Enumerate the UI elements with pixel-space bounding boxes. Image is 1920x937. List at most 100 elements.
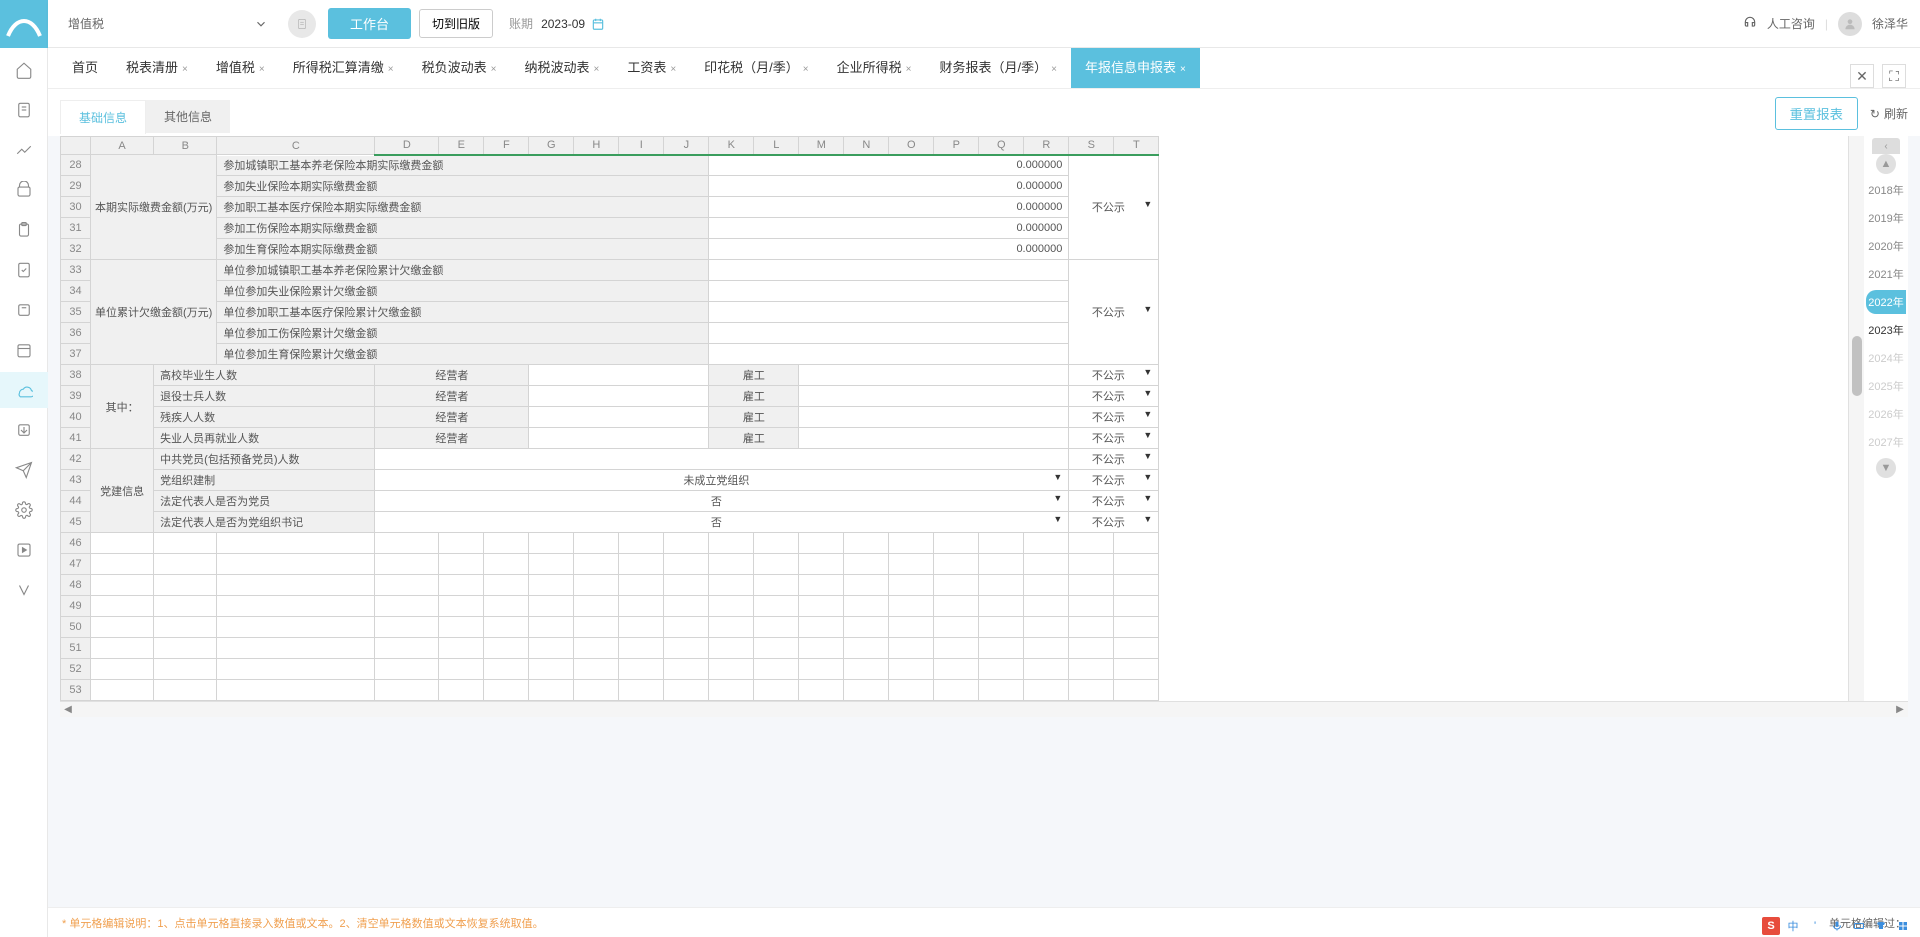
cell-49-10[interactable]	[709, 596, 754, 617]
cell-50-0[interactable]	[91, 617, 154, 638]
cell-48-16[interactable]	[979, 575, 1024, 596]
nav-bag-icon[interactable]	[0, 172, 48, 208]
label-r39[interactable]: 退役士兵人数	[154, 386, 375, 407]
cell-53-9[interactable]	[664, 680, 709, 701]
year-down-icon[interactable]: ▼	[1876, 458, 1896, 478]
cell-52-5[interactable]	[484, 659, 529, 680]
ime-skin-icon[interactable]	[1872, 917, 1890, 935]
cell-50-5[interactable]	[484, 617, 529, 638]
row-header-30[interactable]: 30	[61, 197, 91, 218]
cell-50-19[interactable]	[1114, 617, 1159, 638]
tab-9[interactable]: 财务报表（月/季）×	[926, 48, 1071, 88]
horizontal-scrollbar[interactable]: ◀ ▶	[60, 701, 1908, 717]
col-header-M[interactable]: M	[799, 137, 844, 155]
row-header-31[interactable]: 31	[61, 218, 91, 239]
col-header-F[interactable]: F	[484, 137, 529, 155]
row-header-38[interactable]: 38	[61, 365, 91, 386]
tab-3[interactable]: 所得税汇算清缴×	[279, 48, 408, 88]
row-header-37[interactable]: 37	[61, 344, 91, 365]
col-header-S[interactable]: S	[1069, 137, 1114, 155]
col-header-I[interactable]: I	[619, 137, 664, 155]
cell-53-12[interactable]	[799, 680, 844, 701]
group-33[interactable]: 单位累计欠缴金额(万元)	[91, 260, 217, 365]
label-r42[interactable]: 中共党员(包括预备党员)人数	[154, 449, 375, 470]
opval-r39[interactable]	[529, 386, 709, 407]
cell-49-3[interactable]	[375, 596, 439, 617]
col-header-K[interactable]: K	[709, 137, 754, 155]
cell-52-3[interactable]	[375, 659, 439, 680]
col-header-R[interactable]: R	[1024, 137, 1069, 155]
expand-tabs-icon[interactable]: ⛶	[1882, 64, 1906, 88]
cell-51-8[interactable]	[619, 638, 664, 659]
col-header-L[interactable]: L	[754, 137, 799, 155]
cell-52-2[interactable]	[217, 659, 375, 680]
row-header-35[interactable]: 35	[61, 302, 91, 323]
vertical-scrollbar[interactable]	[1848, 136, 1864, 701]
cell-51-6[interactable]	[529, 638, 574, 659]
cell-51-9[interactable]	[664, 638, 709, 659]
username[interactable]: 徐泽华	[1872, 15, 1908, 32]
cell-47-17[interactable]	[1024, 554, 1069, 575]
tab-close-icon[interactable]: ×	[1051, 64, 1057, 75]
cell-46-8[interactable]	[619, 533, 664, 554]
workbench-button[interactable]: 工作台	[328, 8, 411, 39]
cell-48-18[interactable]	[1069, 575, 1114, 596]
cell-46-15[interactable]	[934, 533, 979, 554]
nav-v-icon[interactable]	[0, 572, 48, 608]
col-header-O[interactable]: O	[889, 137, 934, 155]
cell-52-10[interactable]	[709, 659, 754, 680]
year-2024年[interactable]: 2024年	[1866, 346, 1906, 370]
cell-48-7[interactable]	[574, 575, 619, 596]
col-header-N[interactable]: N	[844, 137, 889, 155]
value-r29[interactable]: 0.000000	[709, 176, 1069, 197]
cell-51-1[interactable]	[154, 638, 217, 659]
cell-46-6[interactable]	[529, 533, 574, 554]
cell-49-4[interactable]	[439, 596, 484, 617]
cell-52-14[interactable]	[889, 659, 934, 680]
cell-48-1[interactable]	[154, 575, 217, 596]
cell-46-19[interactable]	[1114, 533, 1159, 554]
cell-48-2[interactable]	[217, 575, 375, 596]
cell-53-18[interactable]	[1069, 680, 1114, 701]
cell-47-15[interactable]	[934, 554, 979, 575]
cell-46-1[interactable]	[154, 533, 217, 554]
nav-play-icon[interactable]	[0, 532, 48, 568]
cell-47-9[interactable]	[664, 554, 709, 575]
cell-47-14[interactable]	[889, 554, 934, 575]
scroll-left-icon[interactable]: ◀	[60, 702, 76, 717]
label-r41[interactable]: 失业人员再就业人数	[154, 428, 375, 449]
label-r34[interactable]: 单位参加失业保险累计欠缴金额	[217, 281, 709, 302]
cell-49-18[interactable]	[1069, 596, 1114, 617]
cell-47-5[interactable]	[484, 554, 529, 575]
value-r31[interactable]: 0.000000	[709, 218, 1069, 239]
subtab-basic[interactable]: 基础信息	[60, 100, 146, 134]
value-r30[interactable]: 0.000000	[709, 197, 1069, 218]
row-header-47[interactable]: 47	[61, 554, 91, 575]
cell-49-13[interactable]	[844, 596, 889, 617]
ime-zh-icon[interactable]: 中	[1784, 917, 1802, 935]
cell-47-0[interactable]	[91, 554, 154, 575]
col-header-Q[interactable]: Q	[979, 137, 1024, 155]
cell-53-10[interactable]	[709, 680, 754, 701]
cell-52-19[interactable]	[1114, 659, 1159, 680]
cell-49-7[interactable]	[574, 596, 619, 617]
value-r34[interactable]	[709, 281, 1069, 302]
nav-checklist-icon[interactable]	[0, 252, 48, 288]
tab-4[interactable]: 税负波动表×	[408, 48, 511, 88]
label-r36[interactable]: 单位参加工伤保险累计欠缴金额	[217, 323, 709, 344]
cell-50-18[interactable]	[1069, 617, 1114, 638]
user-avatar-icon[interactable]	[1838, 12, 1862, 36]
cell-49-19[interactable]	[1114, 596, 1159, 617]
col-header-J[interactable]: J	[664, 137, 709, 155]
tab-close-icon[interactable]: ×	[593, 64, 599, 75]
year-2020年[interactable]: 2020年	[1866, 234, 1906, 258]
cell-53-13[interactable]	[844, 680, 889, 701]
row-header-28[interactable]: 28	[61, 155, 91, 176]
visibility-r41[interactable]: 不公示▼	[1069, 428, 1159, 449]
cell-48-14[interactable]	[889, 575, 934, 596]
label-r43[interactable]: 党组织建制	[154, 470, 375, 491]
cell-48-17[interactable]	[1024, 575, 1069, 596]
tab-8[interactable]: 企业所得税×	[823, 48, 926, 88]
cell-47-16[interactable]	[979, 554, 1024, 575]
year-2027年[interactable]: 2027年	[1866, 430, 1906, 454]
